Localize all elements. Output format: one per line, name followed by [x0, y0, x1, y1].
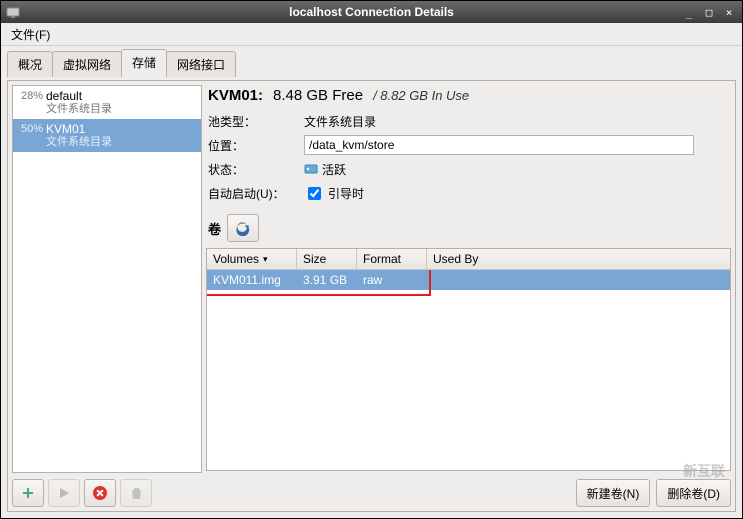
column-volumes[interactable]: Volumes ▾ [207, 249, 297, 269]
menu-file[interactable]: 文件(F) [7, 24, 54, 45]
minimize-button[interactable]: _ [680, 5, 698, 19]
autostart-value: 引导时 [328, 185, 364, 202]
state-label: 状态： [208, 161, 304, 178]
tab-network-interfaces[interactable]: 网络接口 [166, 51, 236, 77]
volumes-section-label: 卷 [208, 219, 221, 238]
delete-volume-button[interactable]: 删除卷(D) [656, 479, 731, 507]
add-pool-button[interactable] [12, 479, 44, 507]
pool-type-label: 池类型： [208, 113, 304, 130]
storage-pool-list[interactable]: 28% default 文件系统目录 50% KVM01 文件系统目录 [12, 85, 202, 473]
autostart-label: 自动启动(U)： [208, 185, 304, 202]
window-title: localhost Connection Details [1, 5, 742, 19]
state-value: 活跃 [322, 161, 346, 178]
pool-free-space: 8.48 GB Free [273, 87, 363, 104]
pool-subtitle: 文件系统目录 [46, 103, 112, 116]
location-label: 位置： [208, 137, 304, 154]
column-format[interactable]: Format [357, 249, 427, 269]
autostart-checkbox[interactable] [308, 187, 321, 200]
sort-indicator-icon: ▾ [263, 254, 268, 265]
pool-usage-percent: 28% [17, 89, 43, 102]
start-pool-button[interactable] [48, 479, 80, 507]
trash-icon [130, 486, 143, 500]
storage-pool-item[interactable]: 28% default 文件系统目录 [13, 86, 201, 119]
pool-detail-name: KVM01: [208, 87, 263, 104]
tab-panel-storage: 28% default 文件系统目录 50% KVM01 文件系统目录 [7, 80, 736, 512]
new-volume-button[interactable]: 新建卷(N) [576, 479, 651, 507]
volume-row[interactable]: KVM011.img 3.91 GB raw [207, 270, 730, 290]
tab-overview[interactable]: 概况 [7, 51, 53, 77]
volume-name: KVM011.img [207, 273, 297, 287]
menubar: 文件(F) [1, 23, 742, 46]
pool-usage-percent: 50% [17, 122, 43, 135]
tabs: 概况 虚拟网络 存储 网络接口 [7, 52, 736, 76]
volume-size: 3.91 GB [297, 273, 357, 287]
pool-type-value: 文件系统目录 [304, 113, 731, 130]
column-size[interactable]: Size [297, 249, 357, 269]
tab-storage[interactable]: 存储 [121, 49, 167, 76]
refresh-volumes-button[interactable] [227, 214, 259, 242]
tab-virtual-network[interactable]: 虚拟网络 [52, 51, 122, 77]
plus-icon [21, 486, 35, 500]
delete-pool-button[interactable] [120, 479, 152, 507]
stop-pool-button[interactable] [84, 479, 116, 507]
maximize-button[interactable]: □ [700, 5, 718, 19]
play-icon [58, 487, 70, 499]
column-usedby[interactable]: Used By [427, 249, 730, 269]
refresh-icon [235, 220, 251, 236]
status-active-icon [304, 162, 318, 176]
pool-name: default [46, 89, 112, 103]
volumes-table: Volumes ▾ Size Format Used By KVM011.img… [206, 248, 731, 471]
pool-subtitle: 文件系统目录 [46, 136, 112, 149]
volume-format: raw [357, 273, 427, 287]
close-button[interactable]: × [720, 5, 738, 19]
pool-in-use: / 8.82 GB In Use [373, 88, 469, 103]
stop-icon [92, 485, 108, 501]
location-input[interactable] [304, 135, 694, 155]
pool-name: KVM01 [46, 122, 112, 136]
titlebar: localhost Connection Details _ □ × [1, 1, 742, 23]
storage-pool-item[interactable]: 50% KVM01 文件系统目录 [13, 119, 201, 152]
